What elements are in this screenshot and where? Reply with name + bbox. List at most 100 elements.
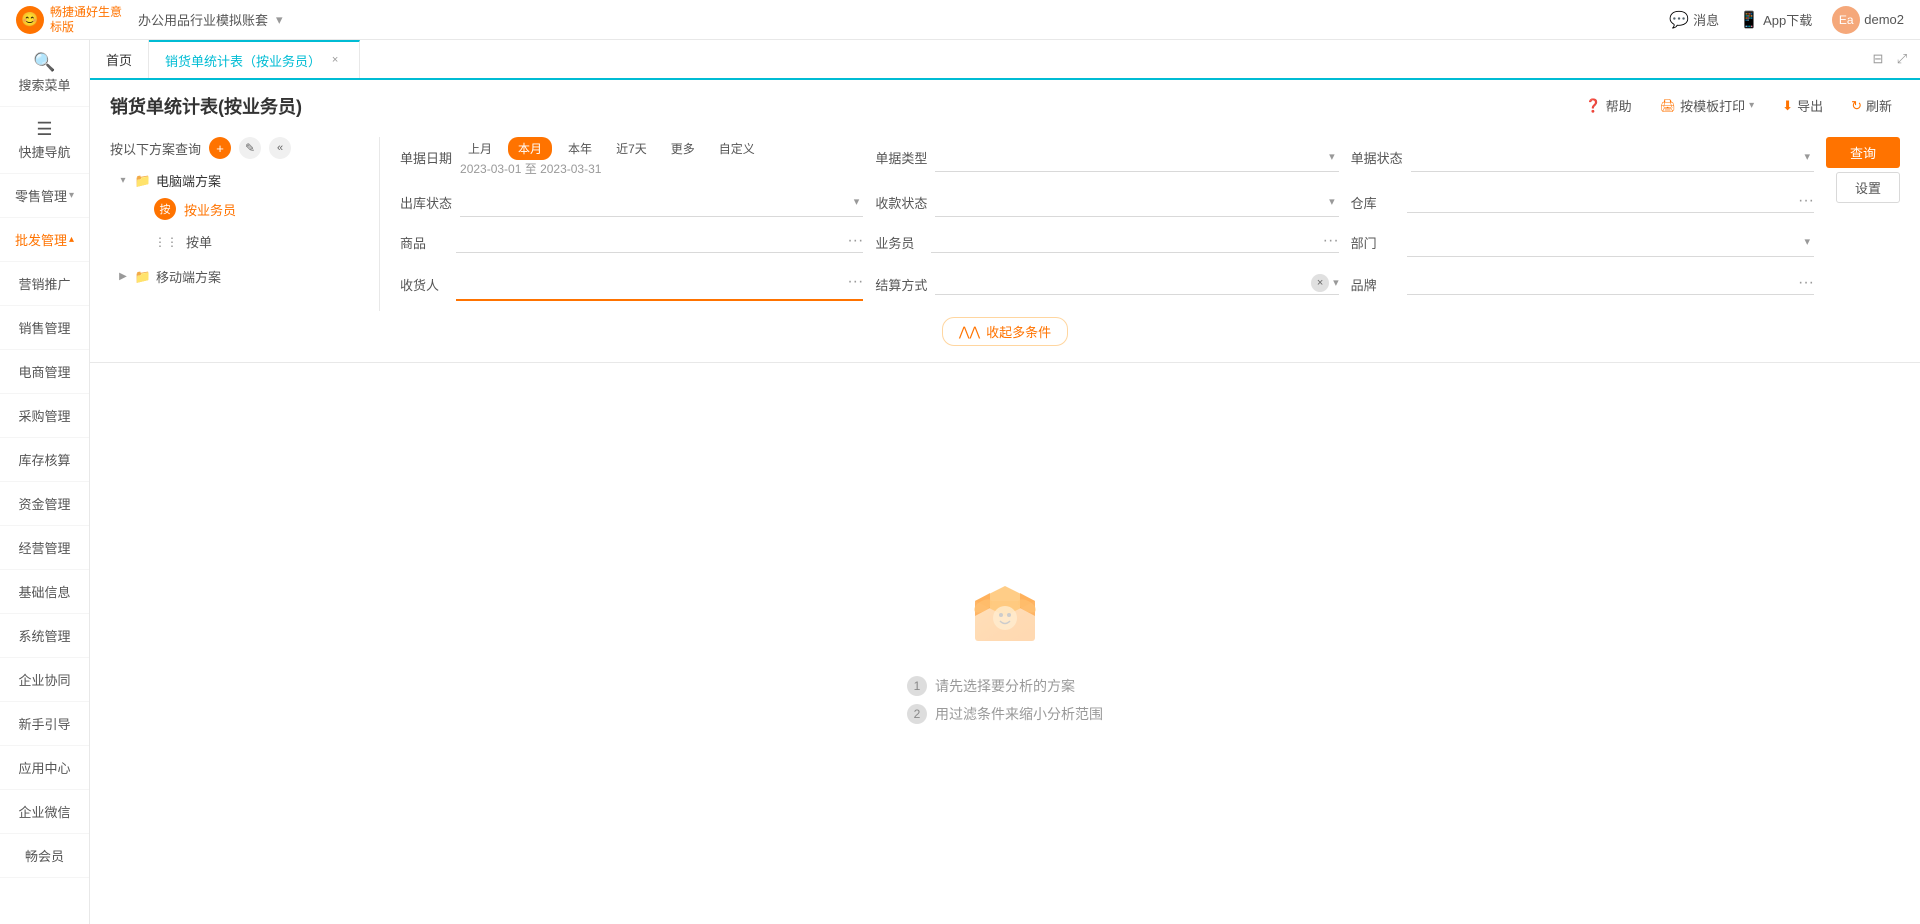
doctype-select[interactable]: ▾ [935, 142, 1338, 172]
date-btn-last7[interactable]: 近7天 [608, 137, 655, 160]
date-btn-this-month[interactable]: 本月 [508, 137, 552, 160]
filter-row-4: 收货人 ··· [400, 267, 1814, 301]
logo-text: 畅捷通好生意 标版 [50, 5, 122, 34]
sidebar-item-operations[interactable]: 经营管理 [0, 526, 89, 570]
page-header: 销货单统计表(按业务员) ❓ 帮助 🖨 按模板打印 ▾ [90, 80, 1920, 127]
filter-docstatus-item: 单据状态 ▾ [1351, 137, 1814, 177]
date-btn-this-year[interactable]: 本年 [560, 137, 600, 160]
tab-close-icon[interactable]: × [327, 52, 343, 68]
sidebar-item-search[interactable]: 🔍 搜索菜单 [0, 40, 89, 107]
tab-minimize-btn[interactable]: ⊟ [1868, 49, 1888, 69]
dept-dropdown-icon: ▾ [1804, 235, 1810, 248]
paystatus-select[interactable]: ▾ [935, 187, 1338, 217]
sidebar-item-sales[interactable]: 销售管理 [0, 306, 89, 350]
message-icon: 💬 [1669, 10, 1689, 30]
sidebar-item-retail[interactable]: 零售管理 ▾ [0, 174, 89, 218]
tree-mobile-toggle: ▶ [116, 270, 130, 284]
top-bar: 😊 畅捷通好生意 标版 办公用品行业模拟账套 ▾ 💬 消息 📱 App下载 Ea… [0, 0, 1920, 40]
maximize-icon: ⤢ [1897, 51, 1907, 67]
page-title: 销货单统计表(按业务员) [110, 93, 302, 119]
salesperson-dots-btn[interactable]: ··· [1323, 232, 1339, 250]
sidebar-item-ecommerce[interactable]: 电商管理 [0, 350, 89, 394]
scheme-panel: 按以下方案查询 + ✎ « ▾ 📁 [110, 137, 380, 311]
docstatus-select[interactable]: ▾ [1411, 142, 1814, 172]
user-profile[interactable]: Ea demo2 [1832, 6, 1904, 34]
message-button[interactable]: 💬 消息 [1669, 10, 1719, 30]
sidebar-item-finance[interactable]: 资金管理 [0, 482, 89, 526]
sidebar-item-purchase[interactable]: 采购管理 [0, 394, 89, 438]
edit-scheme-btn[interactable]: ✎ [239, 137, 261, 159]
sidebar-item-collaboration[interactable]: 企业协同 [0, 658, 89, 702]
brand-dots-btn[interactable]: ··· [1798, 274, 1814, 292]
collapse-scheme-btn[interactable]: « [269, 137, 291, 159]
app-download-icon: 📱 [1739, 10, 1759, 30]
tree-salesperson-toggle [136, 202, 150, 216]
page-header-actions: ❓ 帮助 🖨 按模板打印 ▾ ⬇ 导出 [1577, 92, 1900, 119]
filter-dept-item: 部门 ▾ [1351, 227, 1814, 257]
date-btn-custom[interactable]: 自定义 [711, 137, 763, 160]
logo-area: 😊 畅捷通好生意 标版 [16, 5, 122, 34]
query-button[interactable]: 查询 [1826, 137, 1900, 168]
collapse-label: 收起多条件 [986, 322, 1051, 341]
sidebar-item-inventory[interactable]: 库存核算 [0, 438, 89, 482]
receiver-label: 收货人 [400, 275, 448, 294]
sidebar: 🔍 搜索菜单 ☰ 快捷导航 零售管理 ▾ 批发管理 ▴ 营销推广 销售管理 [0, 40, 90, 924]
date-picker-area: 上月 本月 本年 近7天 更多 自定义 2023-03-01 至 20 [460, 137, 863, 177]
print-button[interactable]: 🖨 按模板打印 ▾ [1652, 92, 1763, 119]
tab-active[interactable]: 销货单统计表（按业务员） × [149, 40, 360, 78]
sidebar-item-basic[interactable]: 基础信息 [0, 570, 89, 614]
sidebar-item-wechat[interactable]: 企业微信 [0, 790, 89, 834]
sidebar-item-guide[interactable]: 新手引导 [0, 702, 89, 746]
empty-step-2: 2 用过滤条件来缩小分析范围 [907, 704, 1103, 724]
filter-fields: 单据日期 上月 本月 本年 近7天 更多 [380, 137, 1814, 311]
breadcrumb-dropdown-icon[interactable]: ▾ [276, 12, 283, 28]
user-avatar: Ea [1832, 6, 1860, 34]
export-button[interactable]: ⬇ 导出 [1774, 92, 1831, 119]
filter-salesperson-item: 业务员 ··· [875, 227, 1338, 257]
filter-brand-item: 品牌 ··· [1351, 267, 1814, 301]
tree-salesperson-row[interactable]: 按 按业务员 [130, 194, 363, 224]
payment-dropdown-icon: ▾ [1333, 276, 1339, 289]
date-range-text: 2023-03-01 至 2023-03-31 [460, 160, 863, 177]
filter-paystatus-item: 收款状态 ▾ [875, 187, 1338, 217]
payment-clear-btn[interactable]: × [1311, 274, 1329, 292]
outstatus-select[interactable]: ▾ [460, 187, 863, 217]
wholesale-expand-icon: ▴ [69, 234, 74, 245]
receiver-dots-btn[interactable]: ··· [847, 273, 863, 291]
docstatus-control: ▾ [1411, 142, 1814, 172]
filter-goods-item: 商品 ··· [400, 227, 863, 257]
tree-mobile-folder-icon: 📁 [134, 268, 152, 286]
collapse-bar[interactable]: ⋀⋀ 收起多条件 [110, 311, 1900, 352]
sidebar-item-apps[interactable]: 应用中心 [0, 746, 89, 790]
sidebar-item-quicknav[interactable]: ☰ 快捷导航 [0, 107, 89, 174]
tab-bar: 首页 销货单统计表（按业务员） × ⊟ ⤢ [90, 40, 1920, 80]
tab-home[interactable]: 首页 [90, 40, 149, 78]
payment-control: × ▾ [935, 274, 1338, 295]
tree-by-doc-row[interactable]: ⋮⋮ 按单 [130, 228, 363, 255]
sidebar-item-wholesale[interactable]: 批发管理 ▴ [0, 218, 89, 262]
warehouse-dots-btn[interactable]: ··· [1798, 192, 1814, 210]
tree-mobile-row[interactable]: ▶ 📁 移动端方案 [110, 263, 363, 290]
docstatus-dropdown-icon: ▾ [1804, 150, 1810, 163]
date-btn-more[interactable]: 更多 [663, 137, 703, 160]
tree-desktop-row[interactable]: ▾ 📁 电脑端方案 [110, 167, 363, 194]
sidebar-item-member[interactable]: 畅会员 [0, 834, 89, 878]
sidebar-item-system[interactable]: 系统管理 [0, 614, 89, 658]
help-icon: ❓ [1585, 98, 1601, 114]
filter-date-item: 单据日期 上月 本月 本年 近7天 更多 [400, 137, 863, 177]
tab-maximize-btn[interactable]: ⤢ [1892, 49, 1912, 69]
payment-label: 结算方式 [875, 275, 927, 294]
receiver-input[interactable] [456, 267, 847, 297]
tree-desktop-node: ▾ 📁 电脑端方案 按 按业务员 [110, 167, 363, 255]
settings-button[interactable]: 设置 [1836, 172, 1900, 203]
goods-dots-btn[interactable]: ··· [847, 232, 863, 250]
date-btn-last-month[interactable]: 上月 [460, 137, 500, 160]
tree-desktop-folder-icon: 📁 [134, 172, 152, 190]
empty-state: 1 请先选择要分析的方案 2 用过滤条件来缩小分析范围 [90, 363, 1920, 924]
add-scheme-btn[interactable]: + [209, 137, 231, 159]
refresh-button[interactable]: ↻ 刷新 [1843, 92, 1900, 119]
sidebar-item-marketing[interactable]: 营销推广 [0, 262, 89, 306]
app-download-button[interactable]: 📱 App下载 [1739, 10, 1812, 30]
help-button[interactable]: ❓ 帮助 [1577, 92, 1639, 119]
dept-select[interactable]: ▾ [1407, 227, 1814, 257]
